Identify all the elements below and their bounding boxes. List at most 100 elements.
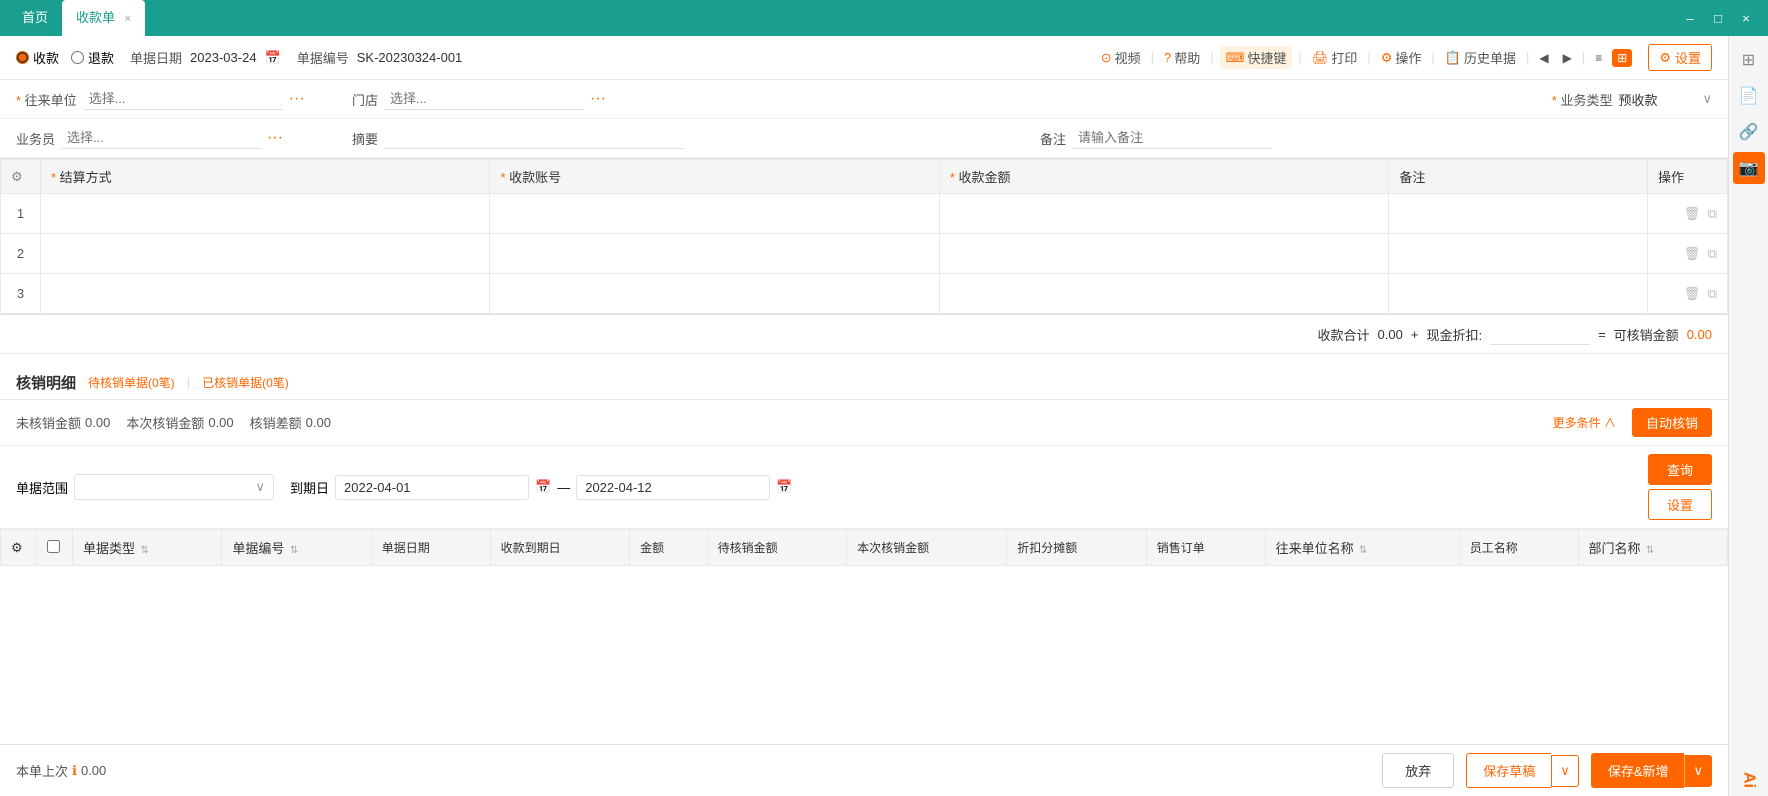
sidebar-doc-icon[interactable]: 📄 — [1733, 80, 1765, 112]
date-end-icon[interactable]: 📅 — [776, 479, 792, 495]
cash-discount-input[interactable] — [1490, 323, 1590, 345]
bth-check[interactable] — [37, 530, 73, 566]
bth-doc-type-label: 单据类型 — [83, 541, 135, 556]
biztype-dropdown[interactable]: 预收款 ∨ — [1618, 90, 1712, 109]
sidebar-table-icon[interactable]: ⊞ — [1733, 44, 1765, 76]
counterparty-field: 往来单位 ··· — [16, 88, 336, 110]
row-settlement-1[interactable] — [41, 194, 490, 234]
top-nav: 首页 收款单 × – □ × — [0, 0, 1768, 36]
maximize-button[interactable]: □ — [1708, 11, 1728, 26]
bth-doc-type: 单据类型 ⇅ — [73, 530, 222, 566]
range-select[interactable]: ∨ — [74, 474, 274, 500]
shop-input[interactable] — [384, 88, 584, 110]
sort-doc-type-icon[interactable]: ⇅ — [140, 545, 148, 556]
ai-label[interactable]: Ai — [1740, 772, 1758, 788]
filter-settings-btn[interactable]: 设置 — [1648, 489, 1712, 520]
copy-row-2-btn[interactable]: ⧉ — [1708, 246, 1717, 261]
bth-staff-name: 员工名称 — [1459, 530, 1578, 566]
date-end-input[interactable] — [576, 475, 770, 500]
shop-more-btn[interactable]: ··· — [590, 91, 606, 107]
row-account-2[interactable] — [490, 234, 939, 274]
copy-row-3-btn[interactable]: ⧉ — [1708, 286, 1717, 301]
date-start-input[interactable] — [335, 475, 529, 500]
row-remark-3[interactable] — [1389, 274, 1648, 314]
discard-button[interactable]: 放弃 — [1382, 753, 1454, 788]
range-arrow-icon[interactable]: ∨ — [256, 479, 266, 495]
date-start-icon[interactable]: 📅 — [535, 479, 551, 495]
row-settlement-2[interactable] — [41, 234, 490, 274]
row-amount-3[interactable] — [939, 274, 1388, 314]
staff-more-btn[interactable]: ··· — [267, 130, 283, 146]
toolbar-actions: ⊙ 视频 | ? 帮助 | ⌨ 快捷键 | 🖨 打印 | — [1097, 46, 1633, 69]
settings-button[interactable]: ⚙ 设置 — [1648, 44, 1712, 71]
help-button[interactable]: ? 帮助 — [1160, 46, 1204, 69]
more-conditions-btn[interactable]: 更多条件 ∧ — [1553, 414, 1616, 431]
radio-receipt[interactable]: 收款 — [16, 48, 59, 67]
nav-home[interactable]: 首页 — [8, 0, 62, 36]
table-gear-icon[interactable]: ⚙ — [11, 169, 23, 184]
save-draft-arrow-btn[interactable]: ∨ — [1551, 755, 1579, 787]
operation-button[interactable]: ⚙ 操作 — [1377, 46, 1426, 69]
print-icon: 🖨 — [1312, 50, 1329, 66]
auto-verify-btn[interactable]: 自动核销 — [1632, 408, 1712, 437]
counterparty-input[interactable] — [83, 88, 283, 110]
save-draft-btn[interactable]: 保存草稿 — [1466, 753, 1551, 788]
bottom-gear-icon[interactable]: ⚙ — [11, 540, 23, 555]
sort-doc-num-icon[interactable]: ⇅ — [290, 545, 298, 556]
copy-row-1-btn[interactable]: ⧉ — [1708, 206, 1717, 221]
row-amount-2[interactable] — [939, 234, 1388, 274]
print-button[interactable]: 🖨 打印 — [1308, 46, 1362, 69]
select-all-checkbox[interactable] — [47, 540, 60, 553]
row-account-3[interactable] — [490, 274, 939, 314]
nav-receipt[interactable]: 收款单 × — [62, 0, 145, 36]
dropdown-arrow-icon[interactable]: ∨ — [1702, 91, 1712, 107]
bth-gear[interactable]: ⚙ — [1, 530, 37, 566]
biztype-value: 预收款 — [1618, 90, 1698, 109]
info-icon[interactable]: ℹ — [72, 763, 77, 779]
row-settlement-3[interactable] — [41, 274, 490, 314]
th-gear[interactable]: ⚙ — [1, 160, 41, 194]
counterparty-more-btn[interactable]: ··· — [289, 91, 305, 107]
summary-input[interactable] — [384, 127, 684, 149]
video-button[interactable]: ⊙ 视频 — [1097, 46, 1145, 69]
row-remark-2[interactable] — [1389, 234, 1648, 274]
sort-party-icon[interactable]: ⇅ — [1359, 545, 1367, 556]
grid-view-btn[interactable]: ⊞ — [1612, 49, 1632, 67]
history-button[interactable]: 📋 历史单据 — [1441, 46, 1520, 69]
query-button[interactable]: 查询 — [1648, 454, 1712, 485]
bth-dept-label: 部门名称 — [1589, 541, 1641, 556]
nuclear-section: 核销明细 待核销单据(0笔) | 已核销单据(0笔) 未核销金额 0.00 本次… — [0, 362, 1728, 746]
unverified-value: 0.00 — [85, 415, 110, 430]
row-account-1[interactable] — [490, 194, 939, 234]
delete-row-2-btn[interactable]: 🗑 — [1684, 246, 1701, 261]
delete-row-1-btn[interactable]: 🗑 — [1684, 206, 1701, 221]
nuclear-tab-done[interactable]: 已核销单据(0笔) — [202, 374, 289, 391]
window-close-button[interactable]: × — [1736, 11, 1756, 26]
shortcut-icon: ⌨ — [1226, 50, 1245, 66]
sort-dept-icon[interactable]: ⇅ — [1646, 545, 1654, 556]
content-area: 收款 退款 单据日期 2023-03-24 📅 单据编号 SK-20230324… — [0, 36, 1728, 796]
radio-refund[interactable]: 退款 — [71, 48, 114, 67]
save-new-arrow-btn[interactable]: ∨ — [1684, 755, 1712, 787]
right-sidebar: ⊞ 📄 🔗 📷 Ai — [1728, 36, 1768, 796]
row-amount-1[interactable] — [939, 194, 1388, 234]
nuclear-tab-pending[interactable]: 待核销单据(0笔) — [88, 374, 175, 391]
nav-next[interactable]: ▶ — [1559, 49, 1576, 67]
total-equals: = — [1598, 327, 1606, 342]
staff-field: 业务员 ··· — [16, 127, 336, 149]
row-ops-2: 🗑 ⧉ — [1648, 234, 1728, 274]
nav-close-icon[interactable]: × — [125, 13, 131, 25]
staff-input[interactable] — [61, 127, 261, 149]
nav-prev[interactable]: ◀ — [1535, 49, 1552, 67]
calendar-icon[interactable]: 📅 — [265, 50, 281, 66]
bth-doc-date: 单据日期 — [371, 530, 490, 566]
shortcut-button[interactable]: ⌨ 快捷键 — [1220, 46, 1293, 69]
minimize-button[interactable]: – — [1680, 11, 1700, 26]
remark-input[interactable] — [1072, 127, 1272, 149]
row-remark-1[interactable] — [1389, 194, 1648, 234]
delete-row-3-btn[interactable]: 🗑 — [1684, 286, 1701, 301]
sidebar-camera-icon[interactable]: 📷 — [1733, 152, 1765, 184]
sidebar-link-icon[interactable]: 🔗 — [1733, 116, 1765, 148]
save-new-btn[interactable]: 保存&新增 — [1591, 753, 1685, 788]
list-view-btn[interactable]: ≡ — [1591, 49, 1606, 67]
